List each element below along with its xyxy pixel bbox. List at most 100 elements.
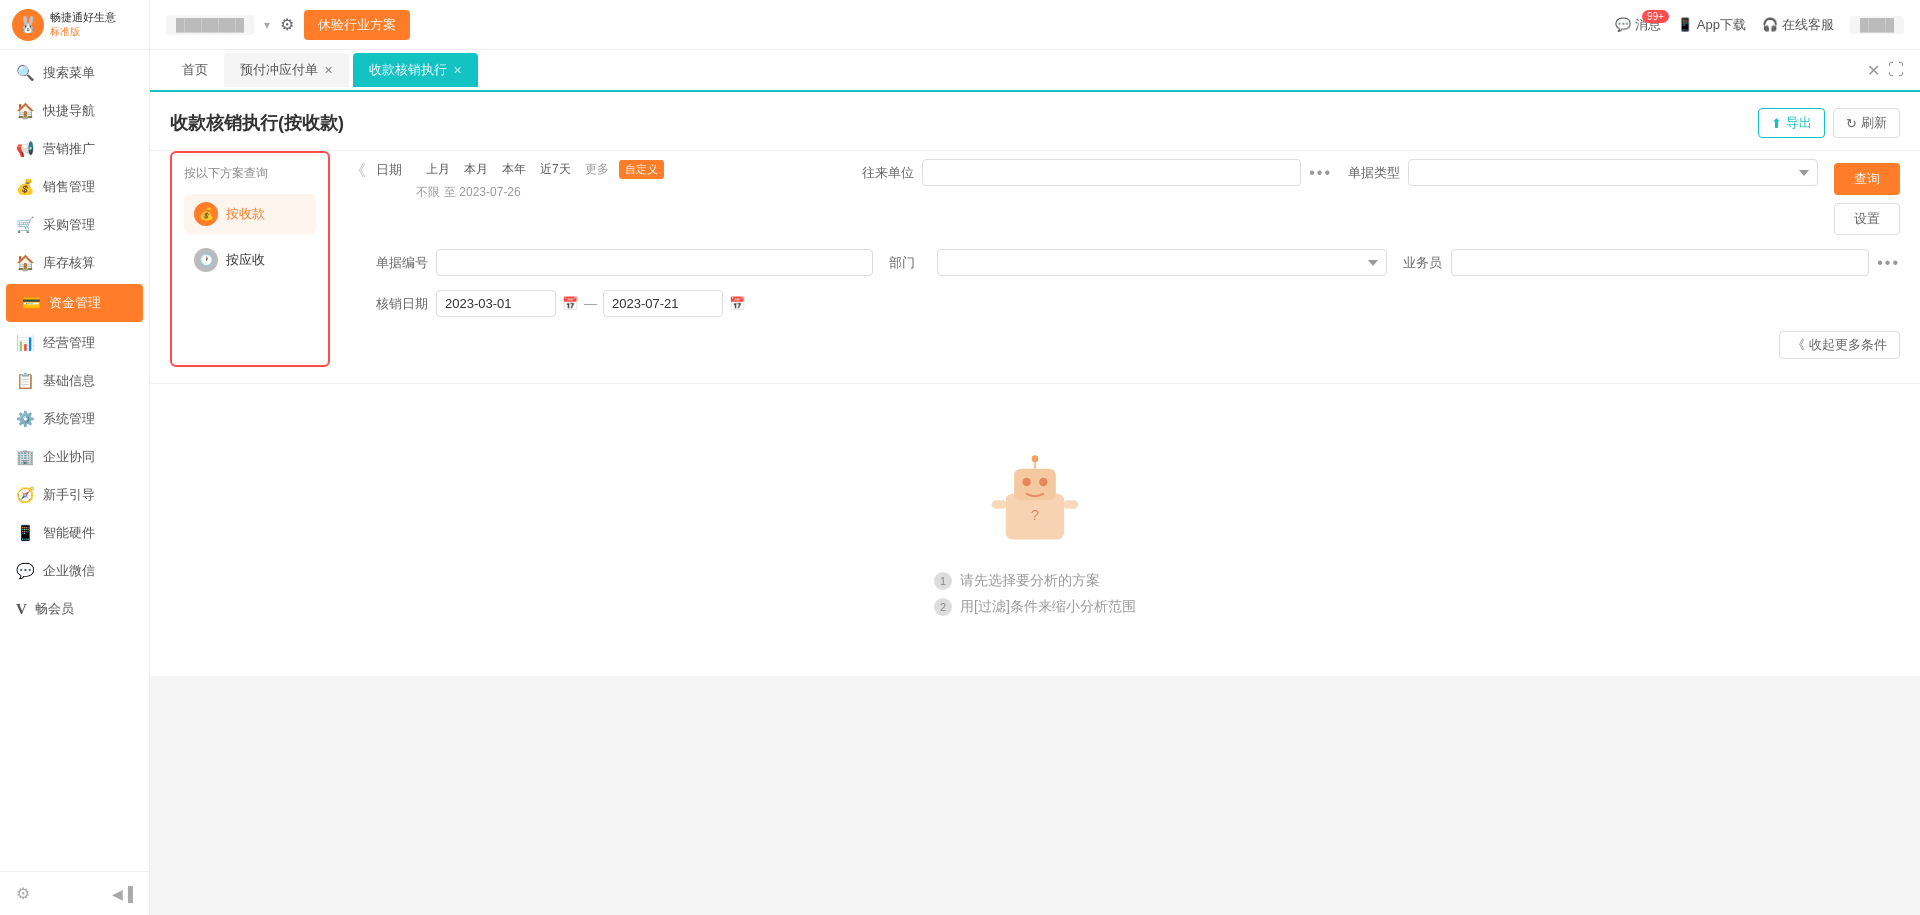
filter-sidebar: 按以下方案查询 💰 按收款 🕐 按应收 (170, 151, 330, 367)
sidebar-item-purchase[interactable]: 🛒 采购管理 (0, 206, 149, 244)
party-input[interactable] (922, 159, 1301, 186)
sidebar-item-hardware[interactable]: 📱 智能硬件 (0, 514, 149, 552)
svg-point-2 (1023, 478, 1031, 486)
sidebar-item-sales[interactable]: 💰 销售管理 (0, 168, 149, 206)
sidebar-item-label: 搜索菜单 (43, 64, 95, 82)
dropdown-arrow-icon[interactable]: ▾ (264, 18, 270, 32)
tab-expand-icon[interactable]: ⛶ (1888, 61, 1904, 79)
tab-receivable-label: 收款核销执行 (369, 61, 447, 79)
sidebar-item-label: 快捷导航 (43, 102, 95, 120)
verify-date-start-input[interactable] (436, 290, 556, 317)
sidebar: 🐰 畅捷通好生意 标准版 🔍 搜索菜单 🏠 快捷导航 📢 营销推广 💰 销售管理… (0, 0, 150, 915)
tab-receivable[interactable]: 收款核销执行 ✕ (353, 53, 478, 87)
user-account[interactable]: ████ (1850, 16, 1904, 34)
sidebar-item-wechat[interactable]: 💬 企业微信 (0, 552, 149, 590)
staff-field: 业务员 ••• (1403, 249, 1900, 276)
sidebar-menu: 🔍 搜索菜单 🏠 快捷导航 📢 营销推广 💰 销售管理 🛒 采购管理 🏠 库存核… (0, 50, 149, 871)
tab-prepay-close-icon[interactable]: ✕ (324, 64, 333, 77)
calendar-end-icon[interactable]: 📅 (729, 296, 745, 311)
collapse-more-label: 收起更多条件 (1809, 336, 1887, 354)
wechat-icon: 💬 (16, 562, 35, 580)
custom-date-tag[interactable]: 自定义 (619, 160, 664, 179)
sidebar-item-inventory[interactable]: 🏠 库存核算 (0, 244, 149, 282)
filter-row-1: 日期 上月 本月 本年 近7天 更多 自定义 (376, 151, 1900, 235)
search-menu-icon: 🔍 (16, 64, 35, 82)
svg-rect-7 (1063, 500, 1078, 508)
dept-label: 部门 (889, 254, 929, 272)
filter-option-receivable-label: 按应收 (226, 251, 265, 269)
message-button[interactable]: 💬 消息 99+ (1615, 16, 1661, 34)
doc-no-field: 单据编号 (376, 249, 873, 276)
tab-prepay[interactable]: 预付冲应付单 ✕ (224, 53, 349, 87)
sidebar-item-enterprise[interactable]: 🏢 企业协同 (0, 438, 149, 476)
collapse-more-icon: 《 (1792, 336, 1805, 354)
setting-button[interactable]: 设置 (1834, 203, 1900, 235)
sidebar-item-search-menu[interactable]: 🔍 搜索菜单 (0, 54, 149, 92)
logo-sub: 标准版 (50, 25, 116, 39)
tab-close-all-icon[interactable]: ✕ (1867, 61, 1880, 80)
quick-nav-icon: 🏠 (16, 102, 35, 120)
refresh-button[interactable]: ↻ 刷新 (1833, 108, 1900, 138)
settings-footer-icon[interactable]: ⚙ (16, 884, 30, 903)
export-button[interactable]: ⬆ 导出 (1758, 108, 1825, 138)
gear-icon[interactable]: ⚙ (280, 15, 294, 34)
sidebar-item-quick-nav[interactable]: 🏠 快捷导航 (0, 92, 149, 130)
app-download-button[interactable]: 📱 App下载 (1677, 16, 1746, 34)
date-range-separator: — (584, 296, 597, 311)
sidebar-item-system[interactable]: ⚙️ 系统管理 (0, 400, 149, 438)
doc-no-input[interactable] (436, 249, 873, 276)
verify-date-field: 核销日期 📅 — 📅 (376, 290, 1900, 317)
empty-tip-1-text: 请先选择要分析的方案 (960, 572, 1100, 590)
last-month-shortcut[interactable]: 上月 (422, 159, 454, 180)
sidebar-item-label: 销售管理 (43, 178, 95, 196)
empty-tip-1: 1 请先选择要分析的方案 (934, 572, 1136, 590)
sidebar-item-label: 采购管理 (43, 216, 95, 234)
this-month-shortcut[interactable]: 本月 (460, 159, 492, 180)
empty-state: ? 1 请先选择要分析的方案 2 用[过滤]条件来缩小分析范围 (150, 392, 1920, 676)
solution-button[interactable]: 休验行业方案 (304, 10, 410, 40)
this-year-shortcut[interactable]: 本年 (498, 159, 530, 180)
verify-date-end-input[interactable] (603, 290, 723, 317)
party-more-dots[interactable]: ••• (1309, 164, 1332, 182)
page-content: 收款核销执行(按收款) ⬆ 导出 ↻ 刷新 按以下方案查询 (150, 92, 1920, 915)
dept-select[interactable] (937, 249, 1386, 276)
sidebar-item-basic-info[interactable]: 📋 基础信息 (0, 362, 149, 400)
sidebar-item-label: 新手引导 (43, 486, 95, 504)
filter-option-by-receipt[interactable]: 💰 按收款 (184, 194, 316, 234)
app-icon: 📱 (1677, 17, 1693, 32)
sidebar-item-marketing[interactable]: 📢 营销推广 (0, 130, 149, 168)
collapse-more-button[interactable]: 《 收起更多条件 (1779, 331, 1900, 359)
sidebar-item-guide[interactable]: 🧭 新手引导 (0, 476, 149, 514)
empty-illustration: ? (985, 452, 1085, 552)
party-field: 往来单位 ••• (862, 159, 1332, 186)
filter-option-by-receivable[interactable]: 🕐 按应收 (184, 240, 316, 280)
tab-receivable-close-icon[interactable]: ✕ (453, 64, 462, 77)
sidebar-collapse-button[interactable]: ◀▐ (112, 886, 133, 902)
staff-label: 业务员 (1403, 254, 1443, 272)
app-label: App下载 (1697, 16, 1746, 34)
refresh-label: 刷新 (1861, 114, 1887, 132)
more-shortcut[interactable]: 更多 (581, 159, 613, 180)
sidebar-item-finance[interactable]: 💳 资金管理 (6, 284, 143, 322)
party-label: 往来单位 (862, 164, 914, 182)
finance-icon: 💳 (22, 294, 41, 312)
date-field: 日期 上月 本月 本年 近7天 更多 自定义 (376, 159, 846, 201)
basic-info-icon: 📋 (16, 372, 35, 390)
sidebar-item-label: 库存核算 (43, 254, 95, 272)
last-7days-shortcut[interactable]: 近7天 (536, 159, 575, 180)
staff-input[interactable] (1451, 249, 1870, 276)
sidebar-item-operations[interactable]: 📊 经营管理 (0, 324, 149, 362)
sidebar-logo: 🐰 畅捷通好生意 标准版 (0, 0, 149, 50)
staff-more-dots[interactable]: ••• (1877, 254, 1900, 272)
date-no-limit: 不限 (416, 184, 440, 201)
tab-home[interactable]: 首页 (166, 53, 224, 87)
system-icon: ⚙️ (16, 410, 35, 428)
calendar-start-icon[interactable]: 📅 (562, 296, 578, 311)
online-service-button[interactable]: 🎧 在线客服 (1762, 16, 1834, 34)
sidebar-item-vip[interactable]: V 畅会员 (0, 590, 149, 628)
filter-area: 按以下方案查询 💰 按收款 🕐 按应收 《 (150, 151, 1920, 383)
export-icon: ⬆ (1771, 116, 1782, 131)
filter-sidebar-collapse-button[interactable]: 《 (350, 151, 366, 182)
query-button[interactable]: 查询 (1834, 163, 1900, 195)
doc-type-select[interactable] (1408, 159, 1818, 186)
